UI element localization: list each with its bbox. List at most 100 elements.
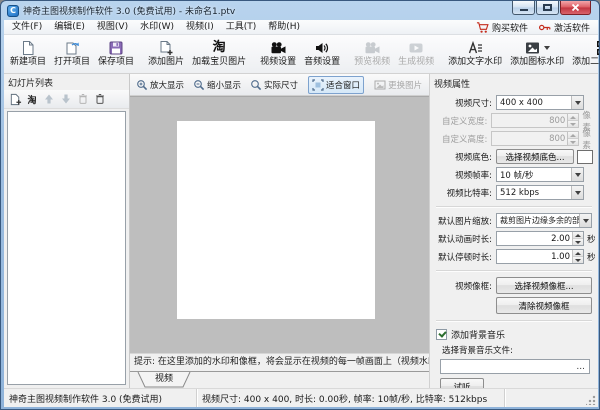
buy-software-label: 购买软件 bbox=[492, 21, 528, 34]
select-video-frame-button[interactable]: 选择视频像框... bbox=[496, 277, 592, 294]
status-app-name: 神奇主图视频制作软件 3.0 (免费试用) bbox=[4, 389, 197, 407]
stepper-arrows[interactable] bbox=[572, 232, 583, 245]
status-video-info: 视频尺寸: 400 x 400, 时长: 0.00秒, 帧率: 10帧/秒, 比… bbox=[197, 389, 505, 407]
add-image-button[interactable]: 添加图片 bbox=[144, 36, 188, 72]
bgm-file-field: ... bbox=[440, 359, 590, 374]
custom-width-label: 自定义宽度: bbox=[434, 115, 487, 127]
image-scale-select[interactable]: 裁剪图片边缘多余的部分 bbox=[496, 213, 592, 228]
video-settings-button[interactable]: 视频设置 bbox=[256, 36, 300, 72]
bitrate-select[interactable]: 512 kbps bbox=[496, 185, 584, 200]
frame-rate-select[interactable]: 10 帧/秒 bbox=[496, 167, 584, 182]
separator bbox=[436, 270, 592, 272]
app-icon: C bbox=[7, 5, 19, 17]
add-text-watermark-button[interactable]: 添加文字水印 bbox=[444, 36, 506, 72]
pause-duration-input[interactable] bbox=[497, 250, 572, 263]
slide-list-toolbar: 淘 bbox=[4, 90, 129, 109]
pause-duration-stepper[interactable] bbox=[496, 249, 584, 264]
video-frame-preview bbox=[177, 121, 375, 319]
video-size-row: 视频尺寸: 400 x 400 bbox=[434, 95, 598, 110]
custom-height-stepper[interactable] bbox=[491, 131, 579, 146]
generate-video-button[interactable]: 生成视频 bbox=[394, 36, 438, 72]
menu-watermark[interactable]: 水印(W) bbox=[134, 20, 180, 35]
audio-settings-button[interactable]: 音频设置 bbox=[300, 36, 344, 72]
zoom-in-button[interactable]: 放大显示 bbox=[132, 76, 188, 94]
add-slide-button[interactable] bbox=[8, 92, 22, 106]
stepper-arrows[interactable] bbox=[567, 132, 578, 145]
resize-grip[interactable] bbox=[586, 395, 596, 405]
browse-button[interactable]: ... bbox=[572, 362, 589, 372]
add-qrcode-watermark-button[interactable]: 添加二维码水印 bbox=[568, 36, 600, 72]
bgm-checkbox[interactable] bbox=[436, 329, 447, 340]
move-up-button[interactable] bbox=[42, 92, 56, 106]
add-taobao-slide-button[interactable]: 淘 bbox=[25, 92, 39, 106]
preview-video-button[interactable]: 预览视频 bbox=[350, 36, 394, 72]
bgm-file-input[interactable] bbox=[441, 362, 572, 372]
open-project-button[interactable]: 打开项目 bbox=[50, 36, 94, 72]
custom-width-stepper[interactable] bbox=[491, 113, 579, 128]
floppy-disk-icon bbox=[108, 38, 124, 57]
new-document-icon bbox=[20, 38, 36, 57]
menu-video[interactable]: 视频(I) bbox=[180, 20, 220, 35]
menu-bar: 文件(F) 编辑(E) 视图(V) 水印(W) 视频(I) 工具(T) 帮助(H… bbox=[4, 20, 598, 35]
load-taobao-images-button[interactable]: 淘 加载宝贝图片 bbox=[188, 36, 250, 72]
menu-help[interactable]: 帮助(H) bbox=[262, 20, 306, 35]
clear-slides-button[interactable] bbox=[93, 92, 107, 106]
add-icon-watermark-button[interactable]: 添加图标水印 bbox=[506, 36, 568, 72]
video-frame-label: 视频像框: bbox=[434, 280, 492, 292]
bgm-file-row: ... bbox=[440, 359, 590, 374]
stepper-arrows[interactable] bbox=[572, 250, 583, 263]
title-bar: C 神奇主图视频制作软件 3.0 (免费试用) - 未命名1.ptv bbox=[1, 1, 599, 20]
movie-camera-icon bbox=[270, 38, 287, 57]
fit-window-button[interactable]: 适合窗口 bbox=[308, 76, 364, 94]
video-size-select[interactable]: 400 x 400 bbox=[496, 95, 584, 110]
buy-software-link[interactable]: 购买软件 bbox=[476, 21, 528, 34]
bgm-checkbox-label: 添加背景音乐 bbox=[451, 328, 505, 341]
menu-view[interactable]: 视图(V) bbox=[91, 20, 134, 35]
slide-list-panel: 幻灯片列表 淘 bbox=[4, 74, 130, 388]
combo-arrow bbox=[579, 214, 591, 227]
video-preview-canvas bbox=[130, 96, 429, 353]
maximize-icon bbox=[543, 4, 552, 11]
main-toolbar: 新建项目 打开项目 保存项目 添加图片 淘 加载宝贝图片 视频设 bbox=[4, 35, 598, 74]
video-size-label: 视频尺寸: bbox=[434, 97, 492, 109]
activate-software-link[interactable]: 激活软件 bbox=[538, 21, 590, 34]
image-scale-row: 默认图片缩放: 裁剪图片边缘多余的部分 bbox=[434, 213, 598, 228]
custom-height-input[interactable] bbox=[492, 132, 567, 145]
replace-image-button[interactable]: 更换图片 bbox=[370, 76, 426, 94]
menu-file[interactable]: 文件(F) bbox=[6, 20, 48, 35]
select-bg-color-button[interactable]: 选择视频底色... bbox=[496, 149, 574, 164]
anim-duration-input[interactable] bbox=[497, 232, 572, 245]
delete-slide-button[interactable] bbox=[76, 92, 90, 106]
custom-width-row: 自定义宽度: 像素 bbox=[434, 113, 598, 128]
window-content: 文件(F) 编辑(E) 视图(V) 水印(W) 视频(I) 工具(T) 帮助(H… bbox=[4, 20, 598, 407]
video-properties-panel: 视频属性 视频尺寸: 400 x 400 自定义宽度: 像素 bbox=[429, 74, 598, 388]
save-project-button[interactable]: 保存项目 bbox=[94, 36, 138, 72]
main-area: 幻灯片列表 淘 放大显示 bbox=[4, 74, 598, 388]
custom-width-input[interactable] bbox=[492, 114, 567, 127]
combo-arrow bbox=[571, 186, 583, 199]
close-button[interactable] bbox=[560, 1, 591, 15]
clear-video-frame-button[interactable]: 清除视频像框 bbox=[496, 297, 592, 314]
new-project-button[interactable]: 新建项目 bbox=[6, 36, 50, 72]
stepper-arrows[interactable] bbox=[567, 114, 578, 127]
app-icon-glyph: C bbox=[10, 6, 16, 15]
status-bar: 神奇主图视频制作软件 3.0 (免费试用) 视频尺寸: 400 x 400, 时… bbox=[4, 388, 598, 407]
bg-color-swatch[interactable] bbox=[577, 150, 593, 164]
menu-tools[interactable]: 工具(T) bbox=[220, 20, 263, 35]
preview-camera-icon bbox=[364, 38, 381, 57]
pause-duration-label: 默认停顿时长: bbox=[434, 251, 492, 263]
actual-size-button[interactable]: 实际尺寸 bbox=[246, 76, 302, 94]
separator bbox=[436, 206, 592, 208]
zoom-out-button[interactable]: 缩小显示 bbox=[189, 76, 245, 94]
slide-list[interactable] bbox=[7, 111, 126, 385]
icon-watermark-icon bbox=[525, 38, 550, 57]
menu-edit[interactable]: 编辑(E) bbox=[48, 20, 91, 35]
anim-duration-stepper[interactable] bbox=[496, 231, 584, 246]
minimize-button[interactable] bbox=[512, 1, 535, 15]
tab-video[interactable]: 视频 bbox=[136, 372, 192, 388]
listen-button[interactable]: 试听 bbox=[440, 378, 484, 388]
maximize-button[interactable] bbox=[536, 1, 559, 15]
generate-video-icon bbox=[408, 38, 424, 57]
app-window: C 神奇主图视频制作软件 3.0 (免费试用) - 未命名1.ptv 文件(F)… bbox=[0, 0, 600, 410]
move-down-button[interactable] bbox=[59, 92, 73, 106]
